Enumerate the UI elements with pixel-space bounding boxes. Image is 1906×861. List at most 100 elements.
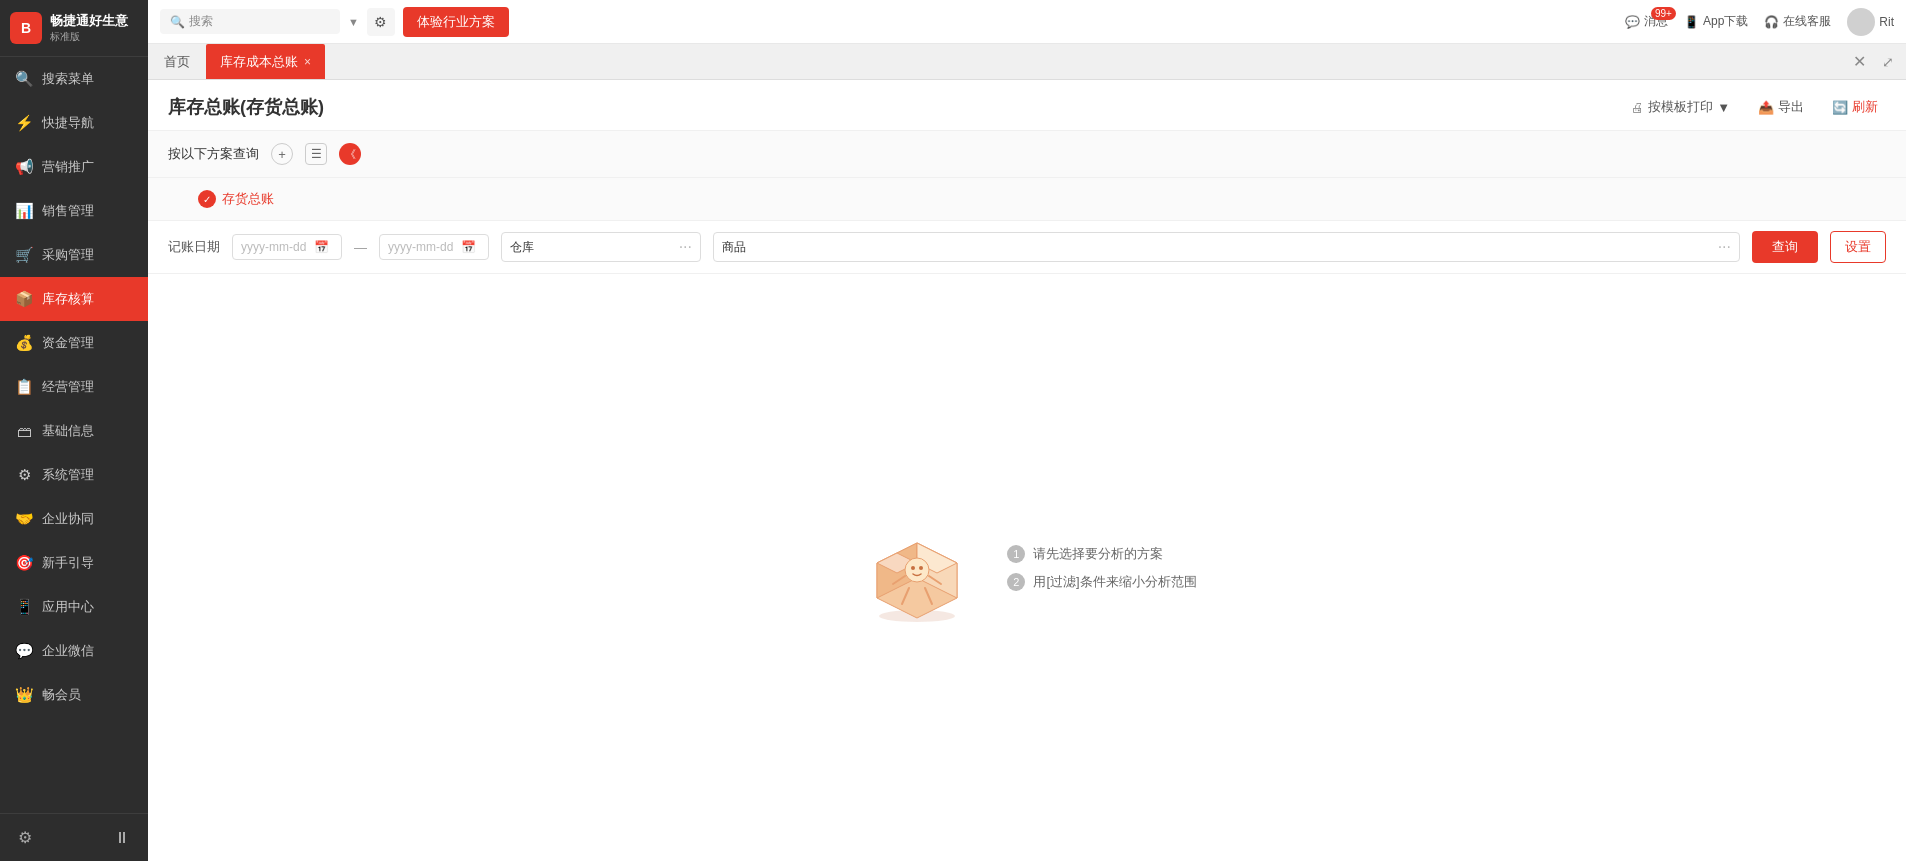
messages-button[interactable]: 💬 消息 99+ xyxy=(1625,13,1668,30)
date-start-input[interactable]: yyyy-mm-dd 📅 xyxy=(232,234,342,260)
purchase-icon: 🛒 xyxy=(14,245,34,265)
sidebar-nav: 🔍 搜索菜单 ⚡ 快捷导航 📢 营销推广 📊 销售管理 🛒 采购管理 📦 库存核… xyxy=(0,57,148,813)
search-placeholder: 搜索 xyxy=(189,13,213,30)
query-button[interactable]: 查询 xyxy=(1752,231,1818,263)
resize-button[interactable]: ⤢ xyxy=(1878,50,1898,74)
app-download-label: App下载 xyxy=(1703,13,1748,30)
date-separator: — xyxy=(354,240,367,255)
online-service-button[interactable]: 🎧 在线客服 xyxy=(1764,13,1831,30)
product-more-icon[interactable]: ··· xyxy=(1718,238,1731,256)
brand-name: 畅捷通好生意 xyxy=(50,13,128,30)
inventory-icon: 📦 xyxy=(14,289,34,309)
main-area: 🔍 搜索 ▼ ⚙ 体验行业方案 💬 消息 99+ 📱 App下载 🎧 在线客服 xyxy=(148,0,1906,861)
member-icon: 👑 xyxy=(14,685,34,705)
refresh-icon: 🔄 xyxy=(1832,100,1848,115)
empty-tip-1: 1 请先选择要分析的方案 xyxy=(1007,545,1196,563)
search-icon: 🔍 xyxy=(170,15,185,29)
app-download-button[interactable]: 📱 App下载 xyxy=(1684,13,1748,30)
sidebar: B 畅捷通好生意 标准版 🔍 搜索菜单 ⚡ 快捷导航 📢 营销推广 📊 销售管理… xyxy=(0,0,148,861)
username: Rit xyxy=(1879,15,1894,29)
filter-expand-button[interactable]: 《 xyxy=(339,143,361,165)
sidebar-item-label: 营销推广 xyxy=(42,158,94,176)
topbar-chevron-icon[interactable]: ▼ xyxy=(348,16,359,28)
print-label: 按模板打印 xyxy=(1648,98,1713,116)
tab-home[interactable]: 首页 xyxy=(148,44,206,79)
sidebar-item-purchase[interactable]: 🛒 采购管理 xyxy=(0,233,148,277)
print-chevron-icon: ▼ xyxy=(1717,100,1730,115)
refresh-button[interactable]: 🔄 刷新 xyxy=(1824,94,1886,120)
topbar-search[interactable]: 🔍 搜索 xyxy=(160,9,340,34)
topbar-settings-button[interactable]: ⚙ xyxy=(367,8,395,36)
refresh-label: 刷新 xyxy=(1852,98,1878,116)
sidebar-item-enterprise[interactable]: 🤝 企业协同 xyxy=(0,497,148,541)
sidebar-item-app-center[interactable]: 📱 应用中心 xyxy=(0,585,148,629)
settings-button[interactable]: 设置 xyxy=(1830,231,1886,263)
sidebar-item-label: 资金管理 xyxy=(42,334,94,352)
sidebar-item-label: 新手引导 xyxy=(42,554,94,572)
sidebar-item-search-menu[interactable]: 🔍 搜索菜单 xyxy=(0,57,148,101)
empty-tip-2-text: 用[过滤]条件来缩小分析范围 xyxy=(1033,573,1196,591)
tabbar: 首页 库存成本总账 × ✕ ⤢ xyxy=(148,44,1906,80)
sidebar-item-label: 基础信息 xyxy=(42,422,94,440)
scheme-icon: ✓ xyxy=(198,190,216,208)
page-header-actions: 🖨 按模板打印 ▼ 📤 导出 🔄 刷新 xyxy=(1623,94,1886,120)
print-button[interactable]: 🖨 按模板打印 ▼ xyxy=(1623,94,1738,120)
sidebar-item-label: 库存核算 xyxy=(42,290,94,308)
active-tab-label: 库存成本总账 xyxy=(220,53,298,71)
tab-close-button[interactable]: × xyxy=(304,55,311,69)
industry-solution-button[interactable]: 体验行业方案 xyxy=(403,7,509,37)
sidebar-item-member[interactable]: 👑 畅会员 xyxy=(0,673,148,717)
product-label: 商品 xyxy=(722,239,746,256)
sidebar-item-label: 畅会员 xyxy=(42,686,81,704)
filter-label: 按以下方案查询 xyxy=(168,145,259,163)
app-center-icon: 📱 xyxy=(14,597,34,617)
empty-state: 1 请先选择要分析的方案 2 用[过滤]条件来缩小分析范围 xyxy=(148,274,1906,861)
sidebar-item-sales[interactable]: 📊 销售管理 xyxy=(0,189,148,233)
filter-add-button[interactable]: + xyxy=(271,143,293,165)
warehouse-label: 仓库 xyxy=(510,239,534,256)
date-end-input[interactable]: yyyy-mm-dd 📅 xyxy=(379,234,489,260)
sidebar-item-wechat[interactable]: 💬 企业微信 xyxy=(0,629,148,673)
avatar xyxy=(1847,8,1875,36)
sidebar-item-operations[interactable]: 📋 经营管理 xyxy=(0,365,148,409)
quick-nav-icon: ⚡ xyxy=(14,113,34,133)
settings-footer-btn[interactable]: ⚙ xyxy=(14,824,36,851)
date-field-label: 记账日期 xyxy=(168,238,220,256)
search-menu-icon: 🔍 xyxy=(14,69,34,89)
sidebar-item-quick-nav[interactable]: ⚡ 快捷导航 xyxy=(0,101,148,145)
operations-icon: 📋 xyxy=(14,377,34,397)
topbar-right: 💬 消息 99+ 📱 App下载 🎧 在线客服 Rit xyxy=(1625,8,1894,36)
empty-tips: 1 请先选择要分析的方案 2 用[过滤]条件来缩小分析范围 xyxy=(1007,545,1196,591)
sidebar-item-basic-info[interactable]: 🗃 基础信息 xyxy=(0,409,148,453)
tab-inventory-cost[interactable]: 库存成本总账 × xyxy=(206,44,325,79)
warehouse-more-icon[interactable]: ··· xyxy=(679,238,692,256)
enterprise-icon: 🤝 xyxy=(14,509,34,529)
brand-text: 畅捷通好生意 标准版 xyxy=(50,13,128,43)
product-select[interactable]: 商品 ··· xyxy=(713,232,1740,262)
export-button[interactable]: 📤 导出 xyxy=(1750,94,1812,120)
close-all-tabs-button[interactable]: ✕ xyxy=(1849,48,1870,75)
filter-collapse-button[interactable]: ☰ xyxy=(305,143,327,165)
calendar-start-icon: 📅 xyxy=(314,240,329,254)
tabbar-actions: ✕ ⤢ xyxy=(1849,48,1906,75)
warehouse-select[interactable]: 仓库 ··· xyxy=(501,232,701,262)
print-icon: 🖨 xyxy=(1631,100,1644,115)
user-profile[interactable]: Rit xyxy=(1847,8,1894,36)
sidebar-item-label: 系统管理 xyxy=(42,466,94,484)
sidebar-item-guide[interactable]: 🎯 新手引导 xyxy=(0,541,148,585)
messages-badge: 99+ xyxy=(1651,7,1676,20)
sidebar-logo: B 畅捷通好生意 标准版 xyxy=(0,0,148,57)
sidebar-item-inventory[interactable]: 📦 库存核算 xyxy=(0,277,148,321)
tip-number-2: 2 xyxy=(1007,573,1025,591)
empty-illustration xyxy=(857,508,977,628)
sidebar-item-marketing[interactable]: 📢 营销推广 xyxy=(0,145,148,189)
tip-number-1: 1 xyxy=(1007,545,1025,563)
calendar-end-icon: 📅 xyxy=(461,240,476,254)
sidebar-item-system[interactable]: ⚙ 系统管理 xyxy=(0,453,148,497)
home-tab-label: 首页 xyxy=(164,53,190,71)
headset-icon: 🎧 xyxy=(1764,15,1779,29)
sidebar-item-finance[interactable]: 💰 资金管理 xyxy=(0,321,148,365)
speaker-footer-btn[interactable]: ⏸ xyxy=(110,825,134,851)
scheme-item-inventory[interactable]: ✓ 存货总账 xyxy=(188,186,284,212)
sidebar-item-label: 经营管理 xyxy=(42,378,94,396)
